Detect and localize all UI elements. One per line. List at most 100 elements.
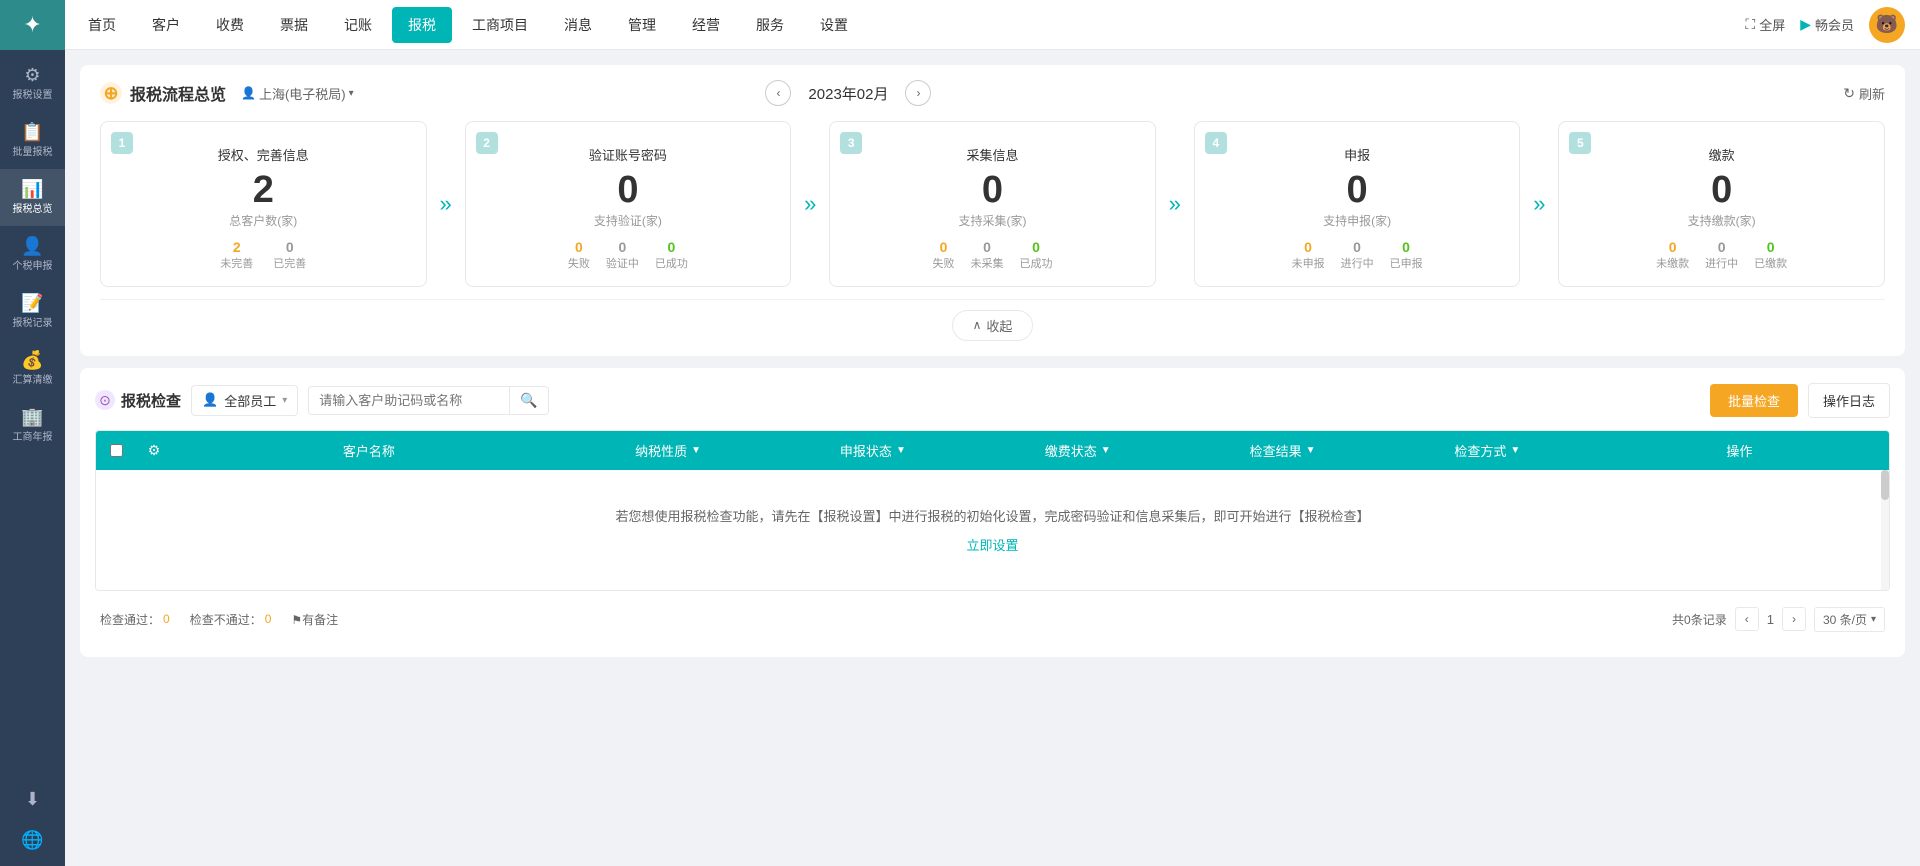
nav-item-operate[interactable]: 经营 bbox=[674, 0, 738, 50]
step-5-stat-1: 0 进行中 bbox=[1705, 239, 1738, 271]
sidebar-item-settlement[interactable]: 💰 汇算清缴 bbox=[0, 340, 65, 397]
avatar[interactable]: 🐻 bbox=[1869, 7, 1905, 43]
step-arrow-2: » bbox=[791, 191, 829, 217]
step-1-number: 1 bbox=[111, 132, 133, 154]
location-tag[interactable]: 👤 上海(电子税局) ▾ bbox=[241, 84, 354, 103]
step-2-sublabel: 支持验证(家) bbox=[478, 212, 779, 229]
sidebar-item-global[interactable]: 🌐 bbox=[0, 820, 65, 861]
page-size-selector[interactable]: 30 条/页 ▾ bbox=[1814, 607, 1885, 632]
step-4-stat-2: 0 已申报 bbox=[1390, 239, 1423, 271]
step-2-stat-1: 0 验证中 bbox=[606, 239, 639, 271]
nav-item-settings[interactable]: 设置 bbox=[802, 0, 866, 50]
step-2-bignum: 0 bbox=[478, 170, 779, 212]
check-title-icon: ⊙ bbox=[95, 390, 115, 410]
total-records: 共0条记录 bbox=[1672, 611, 1727, 628]
th-tax-nature[interactable]: 纳税性质 ▼ bbox=[566, 431, 771, 470]
setup-link[interactable]: 立即设置 bbox=[966, 535, 1018, 554]
check-pass-stat: 检查通过： 0 bbox=[100, 611, 170, 628]
scrollbar-thumb[interactable] bbox=[1881, 470, 1889, 500]
prev-month-button[interactable]: ‹ bbox=[765, 80, 791, 106]
collapse-button[interactable]: ∧ 收起 bbox=[952, 310, 1034, 341]
sidebar-item-tax-record[interactable]: 📝 报税记录 bbox=[0, 283, 65, 340]
check-fail-num[interactable]: 0 bbox=[265, 612, 272, 626]
batch-tax-icon: 📋 bbox=[21, 122, 43, 143]
tax-check-section: ⊙ 报税检查 👤 全部员工 ▾ 🔍 批量检查 操作日志 bbox=[80, 368, 1905, 657]
select-all-checkbox[interactable] bbox=[110, 444, 123, 457]
nav-right: ⛶ 全屏 ▶ 畅会员 🐻 bbox=[1745, 7, 1920, 43]
step-2-stat-2: 0 已成功 bbox=[655, 239, 688, 271]
refresh-button[interactable]: ↻ 刷新 bbox=[1843, 84, 1885, 103]
sidebar-item-download[interactable]: ⬇ bbox=[0, 779, 65, 820]
op-log-button[interactable]: 操作日志 bbox=[1808, 383, 1890, 418]
chevron-down-icon: ▾ bbox=[349, 88, 354, 99]
step-5-stat-0: 0 未缴款 bbox=[1656, 239, 1689, 271]
nav-item-service[interactable]: 服务 bbox=[738, 0, 802, 50]
step-2-stat-0: 0 失败 bbox=[568, 239, 590, 271]
page-size-chevron-icon: ▾ bbox=[1871, 614, 1876, 625]
th-check-method[interactable]: 检查方式 ▼ bbox=[1385, 431, 1590, 470]
step-5-number: 5 bbox=[1569, 132, 1591, 154]
main-content: ⊕ 报税流程总览 👤 上海(电子税局) ▾ ‹ 2023年02月 › ↻ bbox=[65, 50, 1920, 866]
th-settings[interactable]: ⚙ bbox=[136, 432, 172, 469]
sidebar-item-tax-overview[interactable]: 📊 报税总览 bbox=[0, 169, 65, 226]
check-method-filter-icon: ▼ bbox=[1510, 445, 1520, 456]
prev-page-button[interactable]: ‹ bbox=[1735, 607, 1759, 631]
nav-item-invoice[interactable]: 票据 bbox=[262, 0, 326, 50]
member-button[interactable]: ▶ 畅会员 bbox=[1800, 15, 1854, 34]
sidebar-item-individual-tax[interactable]: 👤 个税申报 bbox=[0, 226, 65, 283]
steps-row: 1 授权、完善信息 2 总客户数(家) 2 未完善 0 已完善 bbox=[100, 121, 1885, 287]
step-1-sublabel: 总客户数(家) bbox=[113, 212, 414, 229]
scrollbar-track[interactable] bbox=[1881, 470, 1889, 590]
th-check-result[interactable]: 检查结果 ▼ bbox=[1180, 431, 1385, 470]
tax-record-icon: 📝 bbox=[21, 293, 43, 314]
staff-filter[interactable]: 👤 全部员工 ▾ bbox=[191, 385, 298, 416]
step-5-title: 缴款 bbox=[1571, 137, 1872, 164]
tax-settings-icon: ⚙ bbox=[24, 65, 40, 86]
sidebar-item-batch-tax[interactable]: 📋 批量报税 bbox=[0, 112, 65, 169]
location-icon: 👤 bbox=[241, 86, 256, 100]
fullscreen-button[interactable]: ⛶ 全屏 bbox=[1745, 15, 1785, 34]
sidebar-item-annual-report[interactable]: 🏢 工商年报 bbox=[0, 397, 65, 454]
nav-item-manage[interactable]: 管理 bbox=[610, 0, 674, 50]
logo-area: ✦ bbox=[0, 0, 65, 50]
step-2-stats: 0 失败 0 验证中 0 已成功 bbox=[478, 239, 779, 271]
step-4-bignum: 0 bbox=[1207, 170, 1508, 212]
sidebar-item-tax-settings[interactable]: ⚙ 报税设置 bbox=[0, 55, 65, 112]
search-input[interactable] bbox=[309, 388, 509, 413]
nav-item-message[interactable]: 消息 bbox=[546, 0, 610, 50]
th-pay-status[interactable]: 缴费状态 ▼ bbox=[975, 431, 1180, 470]
tax-overview-icon: 📊 bbox=[21, 179, 43, 200]
nav-item-client[interactable]: 客户 bbox=[134, 0, 198, 50]
nav-item-home[interactable]: 首页 bbox=[70, 0, 134, 50]
nav-item-industry[interactable]: 工商项目 bbox=[454, 0, 546, 50]
check-pass-num[interactable]: 0 bbox=[163, 612, 170, 626]
step-1-stat-1-num: 0 bbox=[286, 239, 294, 255]
global-icon: 🌐 bbox=[21, 830, 43, 851]
batch-check-button[interactable]: 批量检查 bbox=[1710, 384, 1798, 417]
overview-card: ⊕ 报税流程总览 👤 上海(电子税局) ▾ ‹ 2023年02月 › ↻ bbox=[80, 65, 1905, 356]
th-declare-status[interactable]: 申报状态 ▼ bbox=[770, 431, 975, 470]
nav-item-bookkeep[interactable]: 记账 bbox=[326, 0, 390, 50]
search-button[interactable]: 🔍 bbox=[509, 387, 547, 414]
next-page-button[interactable]: › bbox=[1782, 607, 1806, 631]
step-3-bignum: 0 bbox=[842, 170, 1143, 212]
collapse-row: ∧ 收起 bbox=[100, 299, 1885, 341]
sidebar: ⚙ 报税设置 📋 批量报税 📊 报税总览 👤 个税申报 📝 报税记录 💰 bbox=[0, 50, 65, 866]
step-3-card: 3 采集信息 0 支持采集(家) 0 失败 0 未采集 bbox=[829, 121, 1156, 287]
next-month-button[interactable]: › bbox=[905, 80, 931, 106]
search-box: 🔍 bbox=[308, 386, 548, 415]
th-checkbox[interactable] bbox=[96, 434, 136, 467]
step-5-stat-2: 0 已缴款 bbox=[1754, 239, 1787, 271]
step-1-stat-1-label: 已完善 bbox=[273, 255, 306, 271]
table-body: 若您想使用报税检查功能，请先在【报税设置】中进行报税的初始化设置，完成密码验证和… bbox=[96, 470, 1889, 590]
step-3-number: 3 bbox=[840, 132, 862, 154]
step-1-stat-1: 0 已完善 bbox=[273, 239, 306, 271]
step-4-title: 申报 bbox=[1207, 137, 1508, 164]
nav-item-tax[interactable]: 报税 bbox=[392, 7, 452, 43]
th-client-name: 客户名称 bbox=[172, 431, 566, 470]
nav-item-fee[interactable]: 收费 bbox=[198, 0, 262, 50]
step-5-sublabel: 支持缴款(家) bbox=[1571, 212, 1872, 229]
step-3-stats: 0 失败 0 未采集 0 已成功 bbox=[842, 239, 1143, 271]
refresh-icon: ↻ bbox=[1843, 85, 1855, 102]
step-4-card: 4 申报 0 支持申报(家) 0 未申报 0 进行中 bbox=[1194, 121, 1521, 287]
